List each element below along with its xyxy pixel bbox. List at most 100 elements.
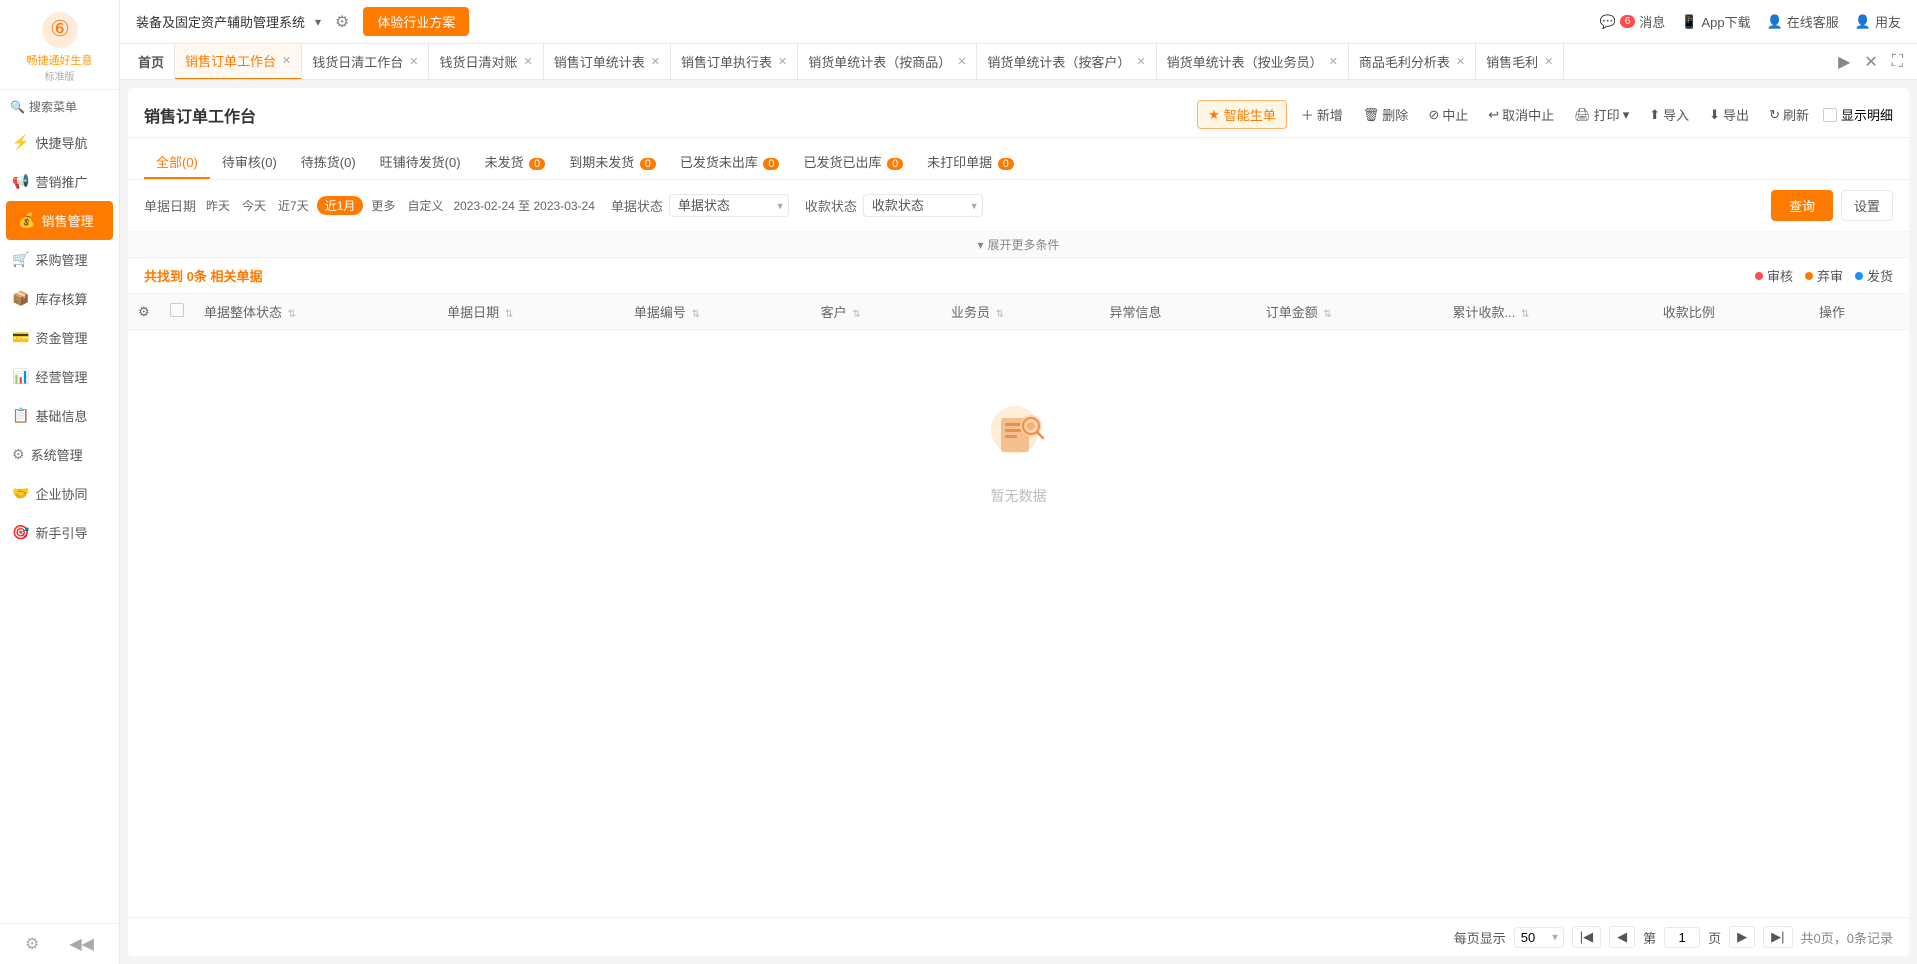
tab-close-all[interactable]: ✕ bbox=[1858, 44, 1883, 80]
refresh-btn[interactable]: ↻ 刷新 bbox=[1763, 101, 1815, 128]
date-opt-today[interactable]: 今天 bbox=[238, 196, 270, 215]
top-header: 装备及固定资产辅助管理系统 ▾ ⚙ 体验行业方案 💬 6 消息 📱 App下载 … bbox=[120, 0, 1917, 44]
cancel-review-action-btn[interactable]: 弃审 bbox=[1805, 266, 1843, 285]
sidebar-item-marketing[interactable]: 📢 营销推广 bbox=[0, 162, 119, 201]
sub-tab-shipped-out-wh[interactable]: 已发货已出库 0 bbox=[791, 146, 915, 179]
page-last-btn[interactable]: ▶| bbox=[1763, 926, 1792, 948]
th-status-label: 单据整体状态 bbox=[204, 305, 282, 320]
collapse-icon[interactable]: ◀◀ bbox=[69, 934, 94, 954]
tab-close-icon[interactable]: ✕ bbox=[524, 55, 533, 68]
sidebar-item-guide[interactable]: 🎯 新手引导 bbox=[0, 513, 119, 552]
sidebar-item-finance[interactable]: 💳 资金管理 bbox=[0, 318, 119, 357]
sub-tab-wangpu[interactable]: 旺铺待发货(0) bbox=[368, 146, 473, 179]
sidebar-item-inventory[interactable]: 📦 库存核算 bbox=[0, 279, 119, 318]
sort-received-icon[interactable]: ⇅ bbox=[1521, 309, 1529, 320]
settings-bottom-icon[interactable]: ⚙ bbox=[25, 934, 39, 954]
sub-tab-not-shipped[interactable]: 未发货 0 bbox=[473, 146, 558, 179]
tab-close-icon[interactable]: ✕ bbox=[651, 55, 660, 68]
sub-tab-all[interactable]: 全部(0) bbox=[144, 146, 210, 179]
message-item[interactable]: 💬 6 消息 bbox=[1600, 12, 1666, 31]
tab-sales-profit[interactable]: 销售毛利 ✕ bbox=[1476, 44, 1564, 80]
sidebar-item-quick-nav[interactable]: ⚡ 快捷导航 bbox=[0, 123, 119, 162]
header-checkbox[interactable] bbox=[170, 303, 184, 317]
import-btn[interactable]: ⬆ 导入 bbox=[1643, 101, 1695, 128]
sidebar-item-business[interactable]: 📊 经营管理 bbox=[0, 357, 119, 396]
abort-btn[interactable]: ⊘ 中止 bbox=[1422, 101, 1474, 128]
delete-btn[interactable]: 🗑 删除 bbox=[1357, 101, 1415, 128]
page-info: 共0页，0条记录 bbox=[1801, 928, 1893, 947]
tab-close-icon[interactable]: ✕ bbox=[1544, 55, 1553, 68]
page-number-input[interactable] bbox=[1664, 927, 1700, 948]
th-ratio: 收款比例 bbox=[1653, 294, 1809, 330]
app-download-item[interactable]: 📱 App下载 bbox=[1681, 12, 1750, 31]
sidebar-item-base-info[interactable]: 📋 基础信息 bbox=[0, 396, 119, 435]
smart-generate-btn[interactable]: ★ 智能生单 bbox=[1197, 100, 1287, 129]
review-action-btn[interactable]: 审核 bbox=[1755, 266, 1793, 285]
expand-more-btn[interactable]: ▾ 展开更多条件 bbox=[128, 232, 1909, 258]
sub-tab-pending-review[interactable]: 待审核(0) bbox=[210, 146, 289, 179]
sub-tab-overdue[interactable]: 到期未发货 0 bbox=[557, 146, 668, 179]
query-btn[interactable]: 查询 bbox=[1771, 190, 1833, 221]
tab-close-icon[interactable]: ✕ bbox=[282, 54, 291, 67]
date-range-badge[interactable]: 近1月 bbox=[317, 196, 364, 215]
sort-date-icon[interactable]: ⇅ bbox=[505, 309, 513, 320]
sub-tab-shipped-not-wh[interactable]: 已发货未出库 0 bbox=[668, 146, 792, 179]
user-item[interactable]: 👤 用友 bbox=[1855, 12, 1901, 31]
tab-sales-order-exec[interactable]: 销售订单执行表 ✕ bbox=[671, 44, 798, 80]
ship-action-btn[interactable]: 发货 bbox=[1855, 266, 1893, 285]
per-page-select[interactable]: 50 20 100 bbox=[1514, 927, 1564, 948]
tab-close-icon[interactable]: ✕ bbox=[1456, 55, 1465, 68]
sort-salesperson-icon[interactable]: ⇅ bbox=[996, 309, 1004, 320]
filter-settings-btn[interactable]: 设置 bbox=[1841, 190, 1893, 221]
show-detail-checkbox[interactable] bbox=[1823, 108, 1837, 122]
tab-maximize[interactable]: ⛶ bbox=[1886, 44, 1909, 80]
sub-tab-pending-pickup[interactable]: 待拣货(0) bbox=[289, 146, 368, 179]
sidebar-search[interactable]: 🔍 搜索菜单 bbox=[0, 90, 119, 123]
date-opt-more[interactable]: 更多 bbox=[367, 196, 399, 215]
tab-scroll-right[interactable]: ▶ bbox=[1832, 44, 1856, 80]
date-opt-custom[interactable]: 自定义 bbox=[403, 196, 447, 215]
tab-sales-order-workbench[interactable]: 销售订单工作台 ✕ bbox=[175, 44, 302, 80]
tab-close-icon[interactable]: ✕ bbox=[1329, 55, 1338, 68]
system-dropdown[interactable]: ▾ bbox=[315, 15, 321, 29]
print-btn[interactable]: 🖨 打印 ▾ bbox=[1568, 101, 1635, 128]
tab-cash-reconcile[interactable]: 钱货日清对账 ✕ bbox=[429, 44, 543, 80]
cancel-abort-btn[interactable]: ↩ 取消中止 bbox=[1482, 101, 1560, 128]
online-service-item[interactable]: 👤 在线客服 bbox=[1767, 12, 1839, 31]
sidebar-item-system[interactable]: ⚙ 系统管理 bbox=[0, 435, 119, 474]
tab-sales-order-stat[interactable]: 销售订单统计表 ✕ bbox=[544, 44, 671, 80]
sort-customer-icon[interactable]: ⇅ bbox=[852, 309, 860, 320]
sidebar-item-purchase[interactable]: 🛒 采购管理 bbox=[0, 240, 119, 279]
tab-gross-margin[interactable]: 商品毛利分析表 ✕ bbox=[1349, 44, 1476, 80]
tab-sales-stat-product[interactable]: 销货单统计表（按商品） ✕ bbox=[798, 44, 977, 80]
sort-number-icon[interactable]: ⇅ bbox=[692, 309, 700, 320]
payment-select[interactable]: 收款状态 bbox=[863, 194, 983, 217]
status-select[interactable]: 单据状态 bbox=[669, 194, 789, 217]
tab-home[interactable]: 首页 bbox=[128, 44, 175, 80]
tab-sales-stat-customer[interactable]: 销货单统计表（按客户） ✕ bbox=[977, 44, 1156, 80]
table-scroll[interactable]: ⚙ 单据整体状态 ⇅ 单据日期 bbox=[128, 294, 1909, 917]
tab-sales-stat-staff[interactable]: 销货单统计表（按业务员） ✕ bbox=[1157, 44, 1349, 80]
new-btn[interactable]: ＋ 新增 bbox=[1295, 101, 1349, 128]
tab-close-icon[interactable]: ✕ bbox=[1136, 55, 1145, 68]
sort-amount-icon[interactable]: ⇅ bbox=[1323, 309, 1331, 320]
tab-cash-daily[interactable]: 钱货日清工作台 ✕ bbox=[302, 44, 429, 80]
tab-close-icon[interactable]: ✕ bbox=[778, 55, 787, 68]
sidebar-item-enterprise[interactable]: 🤝 企业协同 bbox=[0, 474, 119, 513]
export-btn[interactable]: ⬇ 导出 bbox=[1703, 101, 1755, 128]
header-settings-icon[interactable]: ⚙ bbox=[335, 12, 349, 32]
tab-close-icon[interactable]: ✕ bbox=[409, 55, 418, 68]
sidebar-item-sales[interactable]: 💰 销售管理 bbox=[6, 201, 113, 240]
result-count-value: 0条 bbox=[187, 269, 207, 284]
tab-close-icon[interactable]: ✕ bbox=[957, 55, 966, 68]
industry-btn[interactable]: 体验行业方案 bbox=[363, 7, 469, 36]
column-settings-icon[interactable]: ⚙ bbox=[138, 304, 150, 319]
page-next-btn[interactable]: ▶ bbox=[1729, 926, 1755, 948]
page-first-btn[interactable]: |◀ bbox=[1572, 926, 1601, 948]
date-opt-yesterday[interactable]: 昨天 bbox=[202, 196, 234, 215]
star-icon: ★ bbox=[1208, 107, 1220, 123]
date-opt-7days[interactable]: 近7天 bbox=[274, 196, 313, 215]
page-prev-btn[interactable]: ◀ bbox=[1609, 926, 1635, 948]
sort-status-icon[interactable]: ⇅ bbox=[288, 309, 296, 320]
sub-tab-not-printed[interactable]: 未打印单据 0 bbox=[915, 146, 1026, 179]
